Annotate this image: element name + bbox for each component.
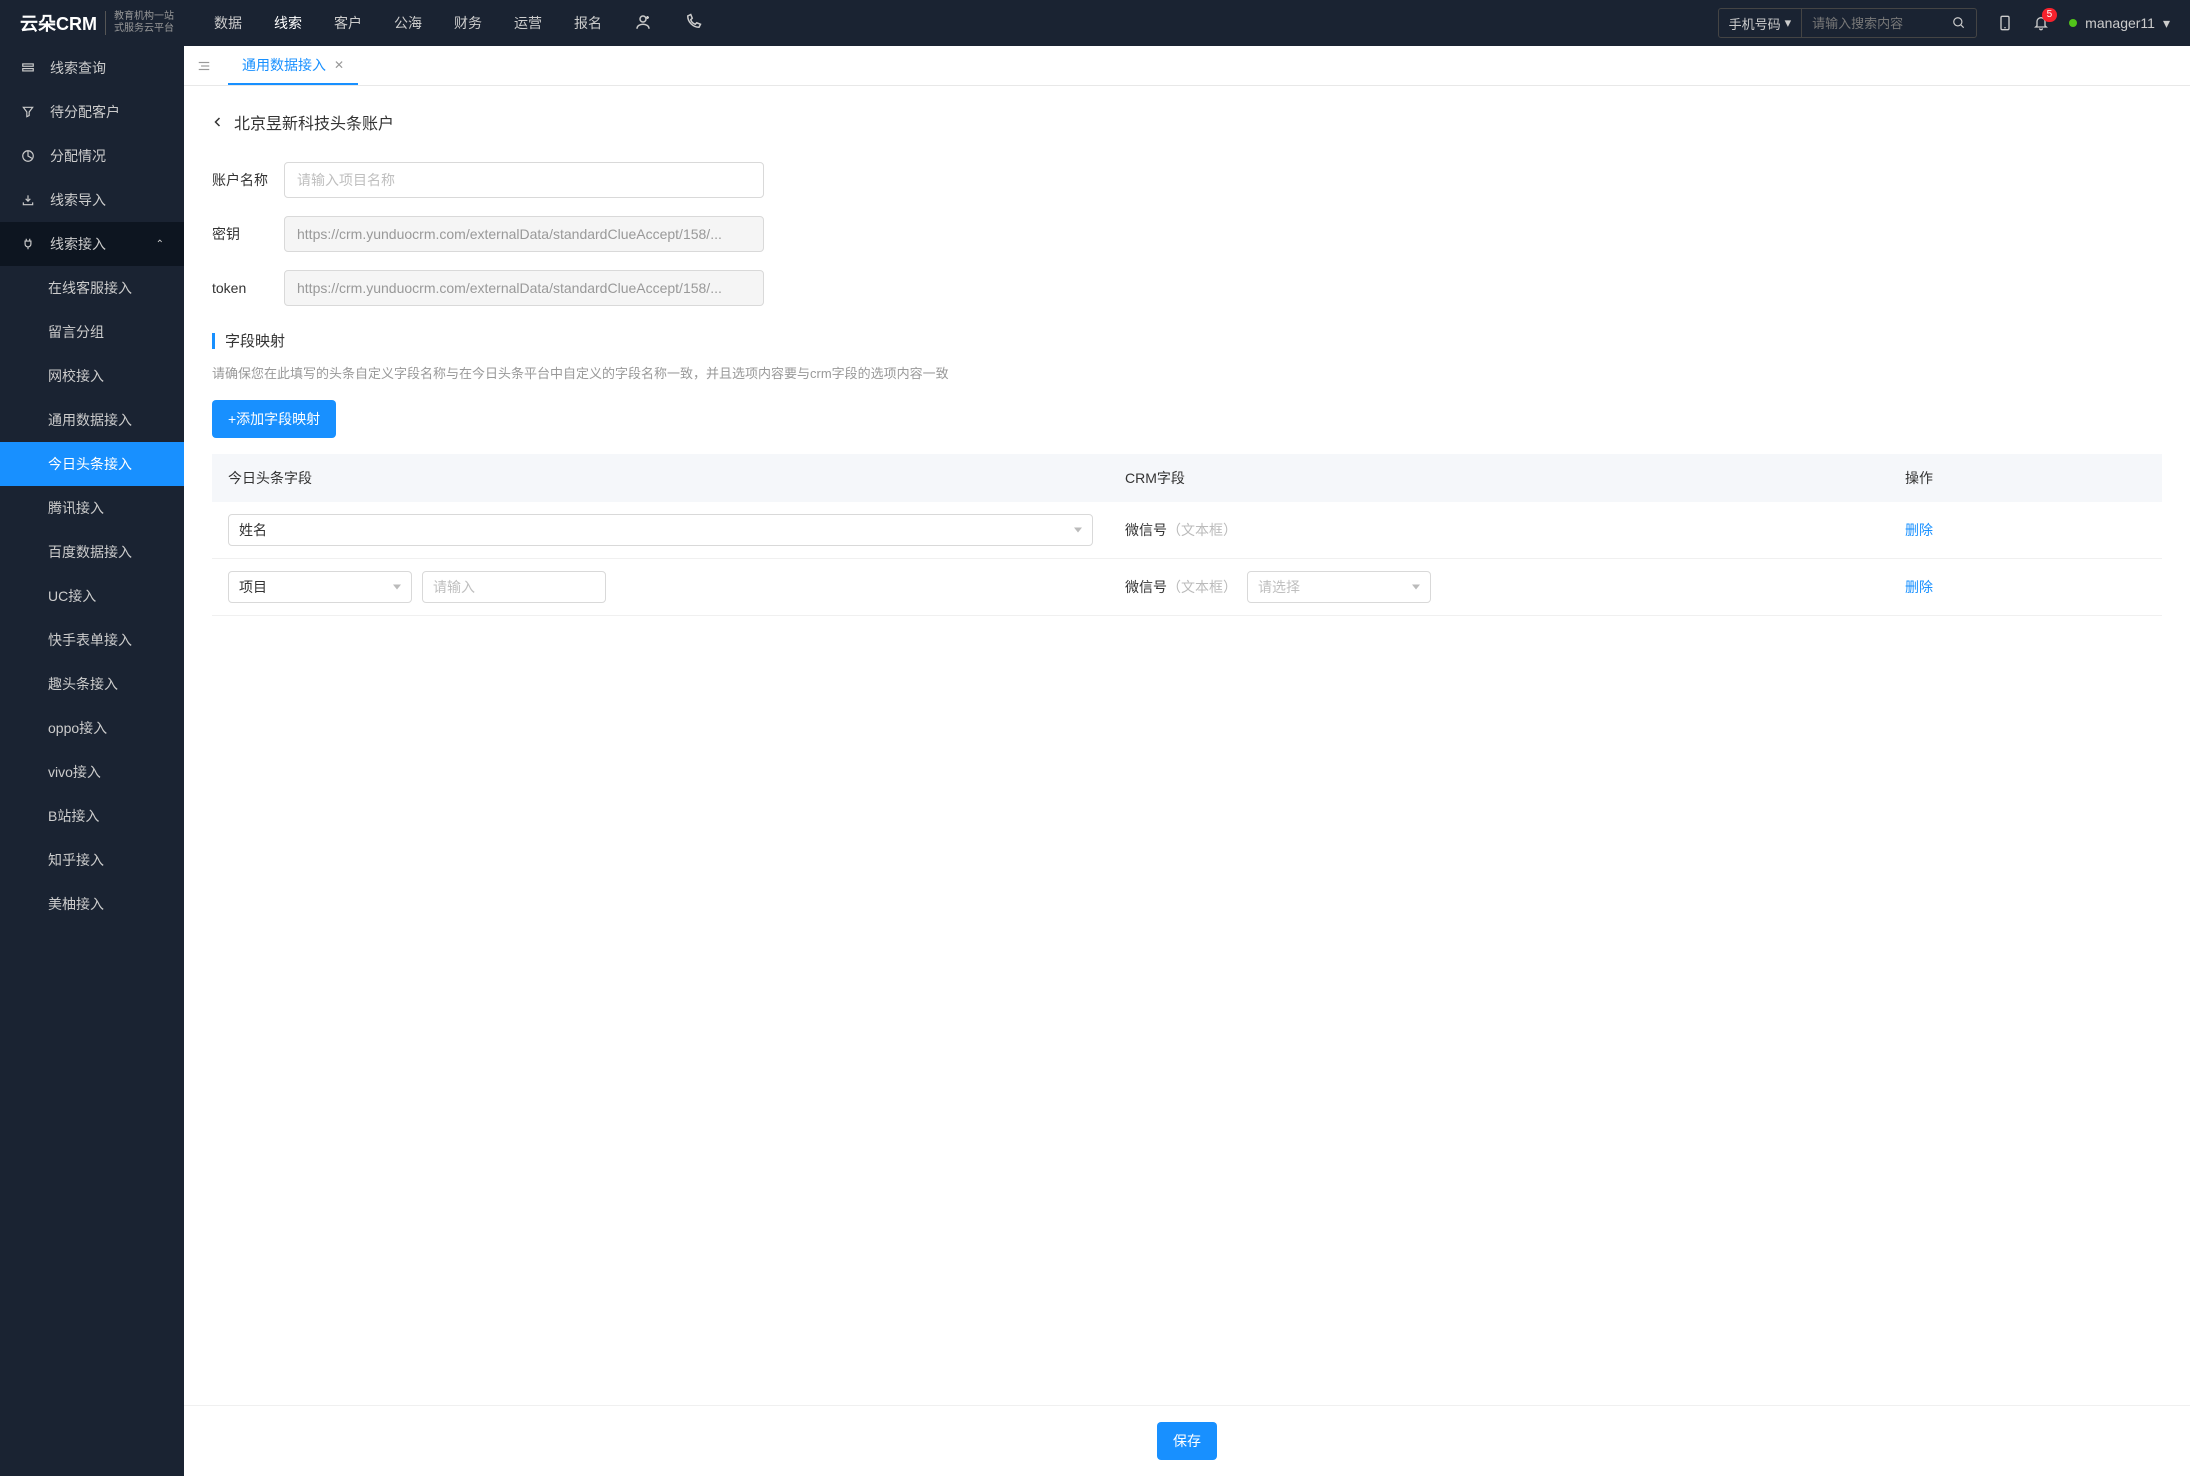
notification-badge: 5 (2042, 8, 2058, 22)
plug-icon (20, 237, 36, 251)
nav-data[interactable]: 数据 (214, 13, 242, 33)
export-icon (20, 193, 36, 207)
phone-icon[interactable] (684, 13, 702, 33)
user-menu[interactable]: manager11 ▾ (2069, 15, 2170, 32)
save-button[interactable]: 保存 (1157, 1422, 1217, 1460)
sidebar-sub-online[interactable]: 在线客服接入 (0, 266, 184, 310)
col-crm: CRM字段 (1109, 454, 1889, 502)
section-bar-icon (212, 333, 215, 349)
table-header-row: 今日头条字段 CRM字段 操作 (212, 454, 2162, 502)
tab-general-data[interactable]: 通用数据接入 ✕ (228, 46, 358, 85)
secret-label: 密钥 (212, 224, 284, 244)
search-type-select[interactable]: 手机号码 ▾ (1719, 9, 1803, 37)
tabs-collapse-icon[interactable] (196, 59, 212, 73)
chevron-up-icon: ⌃ (156, 239, 164, 250)
footer: 保存 (184, 1405, 2190, 1476)
sidebar-item-pending[interactable]: 待分配客户 (0, 90, 184, 134)
close-icon[interactable]: ✕ (334, 58, 344, 72)
mapping-table: 今日头条字段 CRM字段 操作 姓名 微信号（文本框） 删除 (212, 454, 2162, 616)
pie-icon (20, 149, 36, 163)
sidebar-item-import[interactable]: 线索导入 (0, 178, 184, 222)
sidebar-sub-toutiao[interactable]: 今日头条接入 (0, 442, 184, 486)
sidebar-item-query[interactable]: 线索查询 (0, 46, 184, 90)
sidebar-sub-message[interactable]: 留言分组 (0, 310, 184, 354)
sidebar-sub-kuaishou[interactable]: 快手表单接入 (0, 618, 184, 662)
secret-input[interactable] (284, 216, 764, 252)
status-dot-icon (2069, 19, 2077, 27)
search-group: 手机号码 ▾ (1718, 8, 1978, 38)
delete-link[interactable]: 删除 (1905, 522, 1933, 538)
nav-clues[interactable]: 线索 (274, 13, 302, 33)
crm-field-label: 微信号 (1125, 579, 1167, 595)
token-label: token (212, 280, 284, 296)
nav-operations[interactable]: 运营 (514, 13, 542, 33)
content: 北京昱新科技头条账户 账户名称 密钥 token 字段映射 请确保您在此填写的头… (184, 86, 2190, 1405)
nav-finance[interactable]: 财务 (454, 13, 482, 33)
chevron-down-icon: ▾ (2163, 15, 2170, 32)
token-input[interactable] (284, 270, 764, 306)
sidebar-sub-baidu[interactable]: 百度数据接入 (0, 530, 184, 574)
crm-field-hint: （文本框） (1167, 579, 1237, 595)
toutiao-field-select[interactable]: 姓名 (228, 514, 1093, 546)
crm-field-hint: （文本框） (1167, 522, 1237, 538)
mapping-desc: 请确保您在此填写的头条自定义字段名称与在今日头条平台中自定义的字段名称一致，并且… (212, 363, 2162, 382)
header-right: 手机号码 ▾ 5 manager11 ▾ (1718, 8, 2170, 38)
username: manager11 (2085, 15, 2155, 31)
search-button[interactable] (1942, 16, 1976, 30)
table-row: 项目 微信号（文本框） 请选择 删除 (212, 559, 2162, 616)
sidebar-sub-qutoutiao[interactable]: 趣头条接入 (0, 662, 184, 706)
sidebar-sub-oppo[interactable]: oppo接入 (0, 706, 184, 750)
toutiao-field-input[interactable] (422, 571, 606, 603)
toutiao-field-select[interactable]: 项目 (228, 571, 412, 603)
sidebar-sub-zhihu[interactable]: 知乎接入 (0, 838, 184, 882)
chevron-down-icon: ▾ (1785, 15, 1792, 31)
table-row: 姓名 微信号（文本框） 删除 (212, 502, 2162, 559)
sidebar-sub-meiyou[interactable]: 美柚接入 (0, 882, 184, 926)
delete-link[interactable]: 删除 (1905, 579, 1933, 595)
filter-icon (20, 105, 36, 119)
account-name-input[interactable] (284, 162, 764, 198)
nav-public[interactable]: 公海 (394, 13, 422, 33)
person-icon[interactable] (634, 13, 652, 33)
sidebar-sub-uc[interactable]: UC接入 (0, 574, 184, 618)
mobile-icon[interactable] (1997, 14, 2013, 32)
sidebar-sub-bilibili[interactable]: B站接入 (0, 794, 184, 838)
mapping-section-title: 字段映射 (212, 330, 2162, 351)
breadcrumb: 北京昱新科技头条账户 (212, 110, 2162, 134)
back-button[interactable] (212, 115, 224, 129)
sidebar-item-distribution[interactable]: 分配情况 (0, 134, 184, 178)
sidebar-sub-school[interactable]: 网校接入 (0, 354, 184, 398)
crm-field-label: 微信号 (1125, 522, 1167, 538)
nav-customers[interactable]: 客户 (334, 13, 362, 33)
tabs-bar: 通用数据接入 ✕ (184, 46, 2190, 86)
sidebar: 线索查询 待分配客户 分配情况 线索导入 线索接入 ⌃ 在线客服接入 留言分组 … (0, 46, 184, 1476)
bell-icon[interactable]: 5 (2033, 14, 2049, 32)
col-toutiao: 今日头条字段 (212, 454, 1109, 502)
sidebar-sub-tencent[interactable]: 腾讯接入 (0, 486, 184, 530)
sidebar-item-access[interactable]: 线索接入 ⌃ (0, 222, 184, 266)
main: 通用数据接入 ✕ 北京昱新科技头条账户 账户名称 密钥 token (184, 46, 2190, 1476)
sidebar-sub-general[interactable]: 通用数据接入 (0, 398, 184, 442)
account-label: 账户名称 (212, 170, 284, 190)
crm-field-select[interactable]: 请选择 (1247, 571, 1431, 603)
top-nav: 数据 线索 客户 公海 财务 运营 报名 (214, 13, 1718, 33)
top-header: 云朵CRM 教育机构一站 式服务云平台 数据 线索 客户 公海 财务 运营 报名… (0, 0, 2190, 46)
search-input[interactable] (1802, 16, 1942, 31)
sidebar-sub-vivo[interactable]: vivo接入 (0, 750, 184, 794)
logo-subtitle: 教育机构一站 式服务云平台 (105, 11, 174, 35)
page-title: 北京昱新科技头条账户 (234, 110, 394, 134)
logo: 云朵CRM 教育机构一站 式服务云平台 (20, 10, 174, 36)
nav-enroll[interactable]: 报名 (574, 13, 602, 33)
col-action: 操作 (1889, 454, 2162, 502)
list-icon (20, 61, 36, 75)
add-mapping-button[interactable]: +添加字段映射 (212, 400, 336, 438)
logo-text: 云朵CRM (20, 10, 97, 36)
